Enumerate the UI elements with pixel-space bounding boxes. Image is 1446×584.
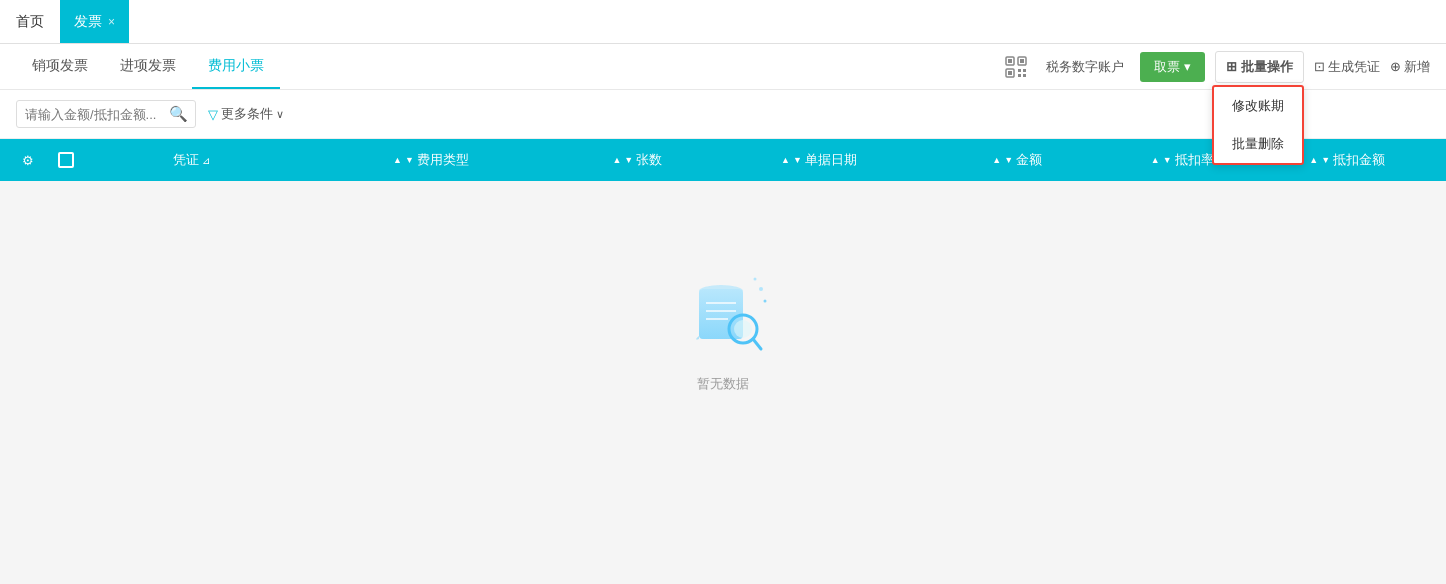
svg-rect-7 <box>1023 69 1026 72</box>
sort-up-icon: ▲ <box>393 155 402 165</box>
batch-icon: ⊞ <box>1226 59 1237 74</box>
batch-operation-button[interactable]: ⊞ 批量操作 <box>1215 51 1304 83</box>
sort-down-icon3: ▼ <box>793 155 802 165</box>
sub-nav-actions: 税务数字账户 取票 ▾ ⊞ 批量操作 修改账期 批量删除 ⊡ 生成凭证 ⊕ 新增 <box>1002 51 1430 83</box>
search-icon[interactable]: 🔍 <box>169 105 188 123</box>
th-voucher-label: 凭证 <box>173 151 199 169</box>
th-date-label: 单据日期 <box>805 151 857 169</box>
get-invoice-button[interactable]: 取票 ▾ <box>1140 52 1205 82</box>
svg-line-18 <box>753 339 761 349</box>
sort-up-icon6: ▲ <box>1309 155 1318 165</box>
filter-arrow: ∨ <box>276 108 284 121</box>
th-rate-label: 抵扣率 <box>1175 151 1214 169</box>
voucher-label: 生成凭证 <box>1328 58 1380 76</box>
tab-sales-invoice[interactable]: 销项发票 <box>16 44 104 89</box>
search-input[interactable] <box>25 107 165 122</box>
top-nav: 首页 发票 × <box>0 0 1446 44</box>
th-check[interactable] <box>48 152 84 168</box>
sort-down-icon2: ▼ <box>624 155 633 165</box>
batch-dropdown-menu: 修改账期 批量删除 <box>1212 85 1304 165</box>
svg-rect-9 <box>1023 74 1026 77</box>
more-filter-button[interactable]: ▽ 更多条件 ∨ <box>208 105 284 123</box>
tax-account-button[interactable]: 税务数字账户 <box>1040 58 1130 76</box>
svg-point-19 <box>759 287 763 291</box>
empty-text: 暂无数据 <box>697 375 749 393</box>
th-type-label: 费用类型 <box>417 151 469 169</box>
empty-illustration <box>673 261 773 361</box>
svg-rect-8 <box>1018 74 1021 77</box>
sub-nav: 销项发票 进项发票 费用小票 税务数字账户 取票 ▾ <box>0 44 1446 90</box>
sort-up-icon5: ▲ <box>1151 155 1160 165</box>
th-count[interactable]: ▲ ▼ 张数 <box>563 151 711 169</box>
sort-up-icon3: ▲ <box>781 155 790 165</box>
sort-down-icon: ▼ <box>405 155 414 165</box>
home-tab[interactable]: 首页 <box>0 0 60 43</box>
batch-dropdown-container: ⊞ 批量操作 修改账期 批量删除 <box>1215 51 1304 83</box>
svg-rect-3 <box>1020 59 1024 63</box>
th-voucher[interactable]: 凭证 ⊿ <box>84 151 299 169</box>
select-all-checkbox[interactable] <box>58 152 74 168</box>
sort-down-icon4: ▼ <box>1004 155 1013 165</box>
svg-point-21 <box>754 278 757 281</box>
sort-up-icon4: ▲ <box>992 155 1001 165</box>
voucher-icon: ⊡ <box>1314 59 1325 74</box>
th-voucher-filter[interactable]: ⊿ <box>202 155 210 166</box>
qr-icon[interactable] <box>1002 53 1030 81</box>
invoice-tab-label: 发票 <box>74 13 102 31</box>
generate-voucher-button[interactable]: ⊡ 生成凭证 <box>1314 58 1380 76</box>
svg-point-17 <box>734 320 752 338</box>
sort-up-icon2: ▲ <box>612 155 621 165</box>
svg-point-20 <box>764 300 767 303</box>
th-amount-label: 金额 <box>1016 151 1042 169</box>
add-label: 新增 <box>1404 58 1430 76</box>
modify-period-item[interactable]: 修改账期 <box>1214 87 1302 125</box>
th-count-label: 张数 <box>636 151 662 169</box>
tab-purchase-invoice[interactable]: 进项发票 <box>104 44 192 89</box>
more-filter-label: 更多条件 <box>221 105 273 123</box>
close-icon[interactable]: × <box>108 15 115 29</box>
get-invoice-label: 取票 <box>1154 58 1180 76</box>
search-wrap: 🔍 <box>16 100 196 128</box>
batch-label: 批量操作 <box>1241 58 1293 76</box>
sort-down-icon5: ▼ <box>1163 155 1172 165</box>
svg-rect-6 <box>1018 69 1021 72</box>
empty-state: 暂无数据 <box>0 181 1446 453</box>
th-gear[interactable]: ⚙ <box>8 153 48 168</box>
th-type[interactable]: ▲ ▼ 费用类型 <box>299 151 563 169</box>
add-icon: ⊕ <box>1390 59 1401 74</box>
invoice-tab[interactable]: 发票 × <box>60 0 129 43</box>
filter-icon: ▽ <box>208 107 218 122</box>
gear-icon: ⚙ <box>22 153 34 168</box>
sort-down-icon6: ▼ <box>1321 155 1330 165</box>
th-date[interactable]: ▲ ▼ 单据日期 <box>712 151 927 169</box>
tab-expense-receipt[interactable]: 费用小票 <box>192 44 280 89</box>
th-amount[interactable]: ▲ ▼ 金额 <box>926 151 1108 169</box>
add-button[interactable]: ⊕ 新增 <box>1390 58 1430 76</box>
get-invoice-arrow: ▾ <box>1184 59 1191 74</box>
svg-rect-1 <box>1008 59 1012 63</box>
sub-nav-tabs: 销项发票 进项发票 费用小票 <box>16 44 280 89</box>
svg-rect-5 <box>1008 71 1012 75</box>
batch-delete-item[interactable]: 批量删除 <box>1214 125 1302 163</box>
th-deduct-label: 抵扣金额 <box>1333 151 1385 169</box>
main-content: 暂无数据 <box>0 181 1446 581</box>
